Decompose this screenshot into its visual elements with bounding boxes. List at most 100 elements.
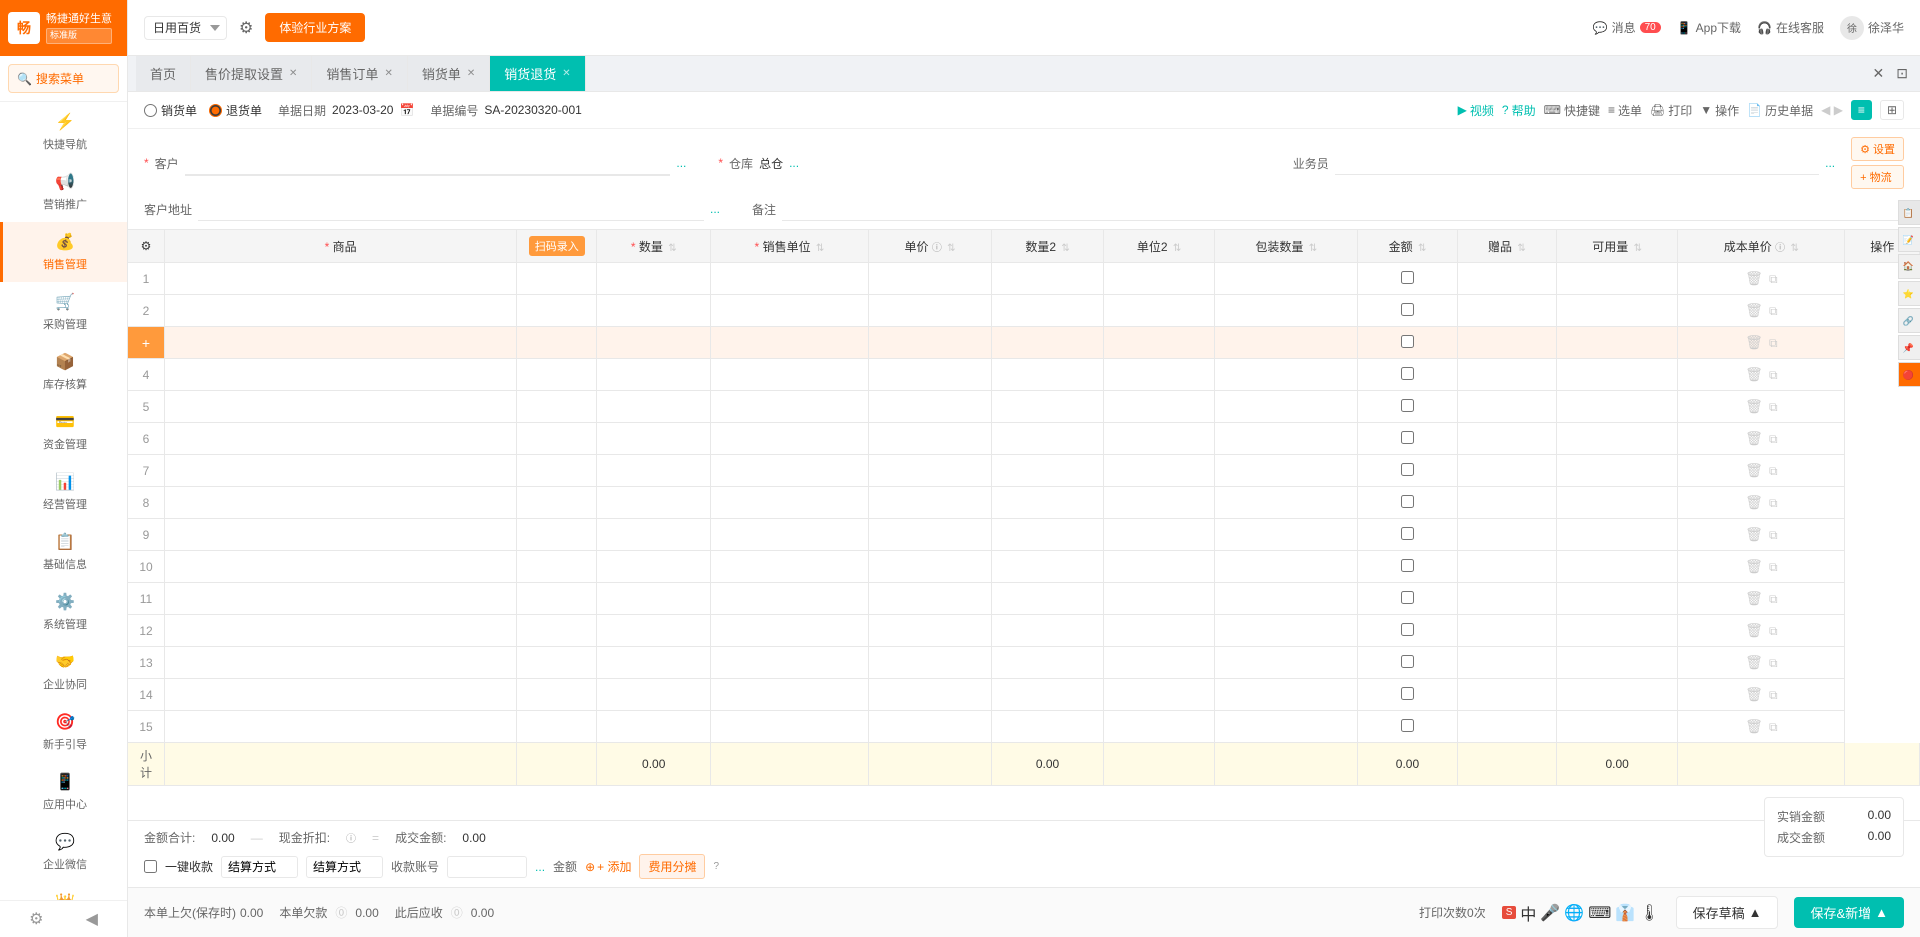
add-row-btn[interactable]: + — [136, 333, 156, 353]
salesperson-input[interactable] — [1335, 151, 1819, 175]
gift-checkbox[interactable] — [1401, 495, 1414, 508]
status-icon-1[interactable]: 中 — [1520, 901, 1536, 925]
scan-btn[interactable]: 扫码录入 — [529, 236, 585, 256]
gift-cell[interactable] — [1358, 487, 1457, 519]
tab-sales-order-close[interactable]: ✕ — [384, 68, 392, 79]
product-cell[interactable] — [165, 615, 517, 647]
gift-cell[interactable] — [1358, 327, 1457, 359]
gift-cell[interactable] — [1358, 519, 1457, 551]
product-cell[interactable] — [165, 423, 517, 455]
product-cell[interactable] — [165, 359, 517, 391]
delete-row-icon[interactable]: 🗑 — [1745, 718, 1763, 734]
gift-cell[interactable] — [1358, 295, 1457, 327]
copy-row-icon[interactable]: ⧉ — [1769, 592, 1778, 606]
qty2-sort-icon[interactable]: ⇅ — [1061, 243, 1069, 254]
outer-right-btn-3[interactable]: 🏠 — [1898, 254, 1920, 279]
radio-sales-delivery[interactable]: 销货单 — [144, 102, 197, 119]
product-cell[interactable] — [165, 295, 517, 327]
costprice-sort-icon[interactable]: ⇅ — [1791, 243, 1799, 254]
select-btn[interactable]: ≡ 选单 — [1608, 102, 1642, 119]
product-cell[interactable] — [165, 647, 517, 679]
unit-sort-icon[interactable]: ⇅ — [816, 243, 824, 254]
tab-price-extract[interactable]: 售价提取设置 ✕ — [191, 56, 312, 91]
gift-cell[interactable] — [1358, 583, 1457, 615]
outer-right-btn-1[interactable]: 📋 — [1898, 200, 1920, 225]
radio-sales-return-input[interactable] — [209, 104, 222, 117]
copy-row-icon[interactable]: ⧉ — [1769, 304, 1778, 318]
copy-row-icon[interactable]: ⧉ — [1769, 336, 1778, 350]
product-cell[interactable] — [165, 551, 517, 583]
delete-row-icon[interactable]: 🗑 — [1745, 686, 1763, 702]
shortcut-btn[interactable]: ⌨ 快捷键 — [1544, 102, 1600, 119]
discount-info-icon[interactable]: ⓘ — [346, 830, 356, 845]
add-payment-btn[interactable]: ⊕ + 添加 — [585, 858, 631, 875]
sidebar-item-basic[interactable]: 📋 基础信息 — [0, 522, 127, 582]
gift-cell[interactable] — [1358, 391, 1457, 423]
outer-right-btn-7[interactable]: 🔴 — [1898, 362, 1920, 387]
sidebar-item-system[interactable]: ⚙️ 系统管理 — [0, 582, 127, 642]
gift-checkbox[interactable] — [1401, 559, 1414, 572]
th-gear[interactable]: ⚙ — [128, 230, 165, 263]
delete-row-icon[interactable]: 🗑 — [1745, 430, 1763, 446]
sidebar-settings-btn[interactable]: ⚙ — [29, 909, 43, 929]
gift-cell[interactable] — [1358, 551, 1457, 583]
quantity-sort-icon[interactable]: ⇅ — [668, 243, 676, 254]
copy-row-icon[interactable]: ⧉ — [1769, 720, 1778, 734]
product-cell[interactable] — [165, 391, 517, 423]
status-icon-4[interactable]: ⌨ — [1588, 903, 1611, 923]
gift-checkbox[interactable] — [1401, 367, 1414, 380]
sidebar-item-inventory[interactable]: 📦 库存核算 — [0, 342, 127, 402]
delete-row-icon[interactable]: 🗑 — [1745, 558, 1763, 574]
radio-sales-return[interactable]: 退货单 — [209, 102, 262, 119]
copy-row-icon[interactable]: ⧉ — [1769, 496, 1778, 510]
tab-home[interactable]: 首页 — [136, 56, 191, 91]
status-icon-6[interactable]: 🌡 — [1639, 903, 1659, 923]
sidebar-item-finance[interactable]: 💳 资金管理 — [0, 402, 127, 462]
topbar-gear-icon[interactable]: ⚙ — [239, 18, 253, 38]
close-tab-btn[interactable]: ✕ — [1869, 61, 1889, 86]
message-button[interactable]: 💬 消息 70 — [1593, 19, 1661, 36]
copy-row-icon[interactable]: ⧉ — [1769, 688, 1778, 702]
maximize-tab-btn[interactable]: ⊡ — [1892, 61, 1912, 86]
gift-checkbox[interactable] — [1401, 591, 1414, 604]
search-menu-button[interactable]: 🔍 搜索菜单 — [8, 64, 119, 93]
delete-row-icon[interactable]: 🗑 — [1745, 302, 1763, 318]
gift-checkbox[interactable] — [1401, 527, 1414, 540]
product-cell[interactable] — [165, 487, 517, 519]
warehouse-dots[interactable]: ... — [789, 156, 799, 170]
delete-row-icon[interactable]: 🗑 — [1745, 494, 1763, 510]
gift-checkbox[interactable] — [1401, 271, 1414, 284]
customer-dots[interactable]: ... — [676, 156, 686, 170]
price-sort-icon[interactable]: ⇅ — [947, 243, 955, 254]
gift-checkbox[interactable] — [1401, 431, 1414, 444]
gift-cell[interactable] — [1358, 615, 1457, 647]
product-cell[interactable] — [165, 583, 517, 615]
delete-row-icon[interactable]: 🗑 — [1745, 622, 1763, 638]
calendar-icon[interactable]: 📅 — [399, 103, 414, 117]
split-btn[interactable]: 费用分摊 — [639, 854, 705, 879]
sidebar-item-wechat[interactable]: 💬 企业微信 — [0, 822, 127, 882]
radio-sales-delivery-input[interactable] — [144, 104, 157, 117]
sidebar-item-operations[interactable]: 📊 经营管理 — [0, 462, 127, 522]
product-cell[interactable] — [165, 679, 517, 711]
history-btn[interactable]: 📄 历史单据 — [1747, 102, 1813, 119]
payment-method-select[interactable]: 结算方式 — [306, 856, 383, 878]
delete-row-icon[interactable]: 🗑 — [1745, 654, 1763, 670]
customer-input[interactable] — [185, 151, 671, 176]
gift-checkbox[interactable] — [1401, 687, 1414, 700]
available-sort-icon[interactable]: ⇅ — [1634, 243, 1642, 254]
copy-row-icon[interactable]: ⧉ — [1769, 400, 1778, 414]
logistics-btn[interactable]: + 物流 — [1851, 165, 1904, 189]
view-grid-btn[interactable]: ⊞ — [1880, 100, 1904, 120]
gift-checkbox[interactable] — [1401, 463, 1414, 476]
app-download-button[interactable]: 📱 App下载 — [1677, 19, 1741, 36]
help-btn[interactable]: ? 帮助 — [1502, 102, 1536, 119]
outer-right-btn-6[interactable]: 📌 — [1898, 335, 1920, 360]
tab-sales-return-close[interactable]: ✕ — [562, 68, 570, 79]
cost-price-info-icon[interactable]: ⓘ — [1775, 243, 1785, 254]
product-cell[interactable] — [165, 519, 517, 551]
outer-right-btn-2[interactable]: 📝 — [1898, 227, 1920, 252]
gift-cell[interactable] — [1358, 423, 1457, 455]
gift-cell[interactable] — [1358, 455, 1457, 487]
product-cell[interactable] — [165, 455, 517, 487]
